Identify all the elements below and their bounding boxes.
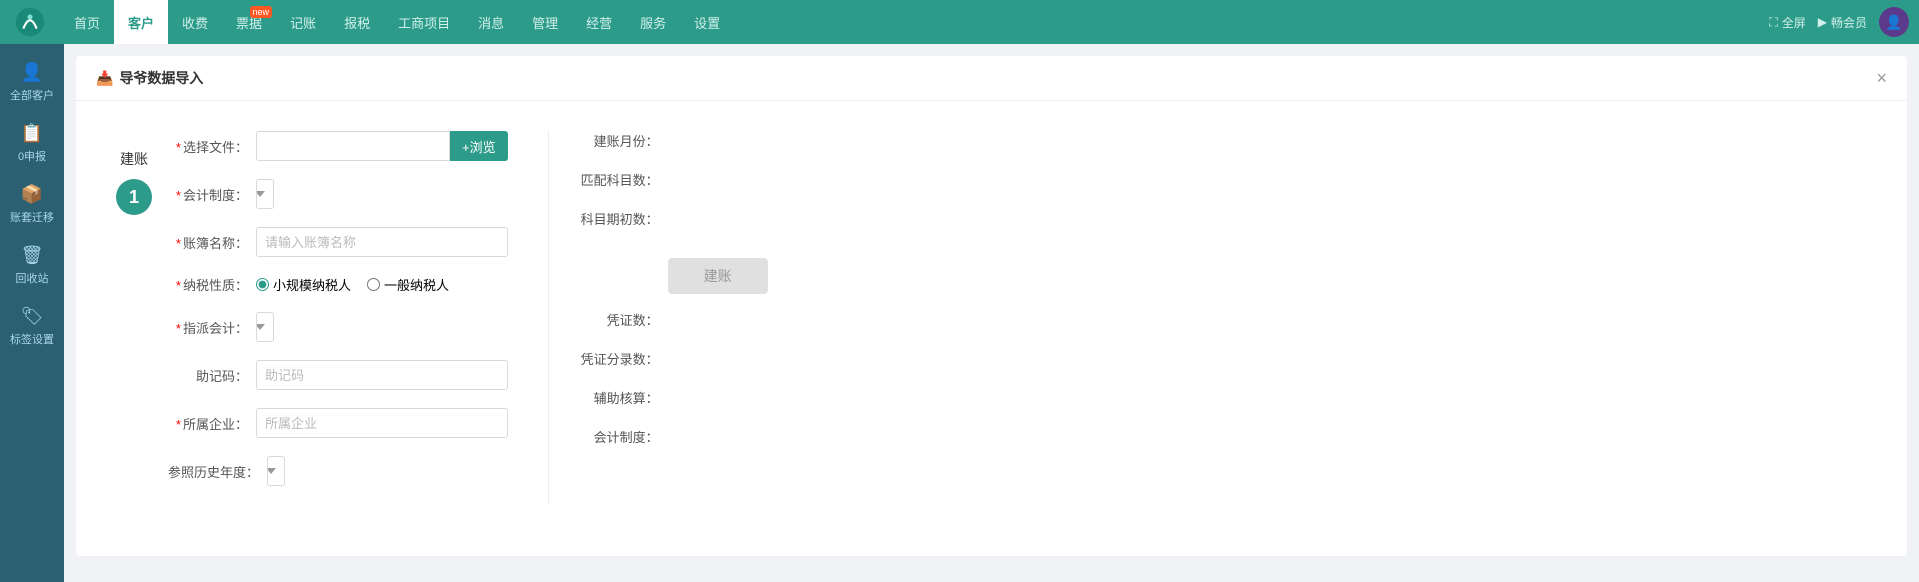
- main-content: 📥 导爷数据导入 × 建账 1: [64, 44, 1919, 582]
- build-btn-wrapper: 建账: [569, 248, 768, 294]
- nav-item-tax[interactable]: 报税: [330, 0, 384, 44]
- ledger-name-label: 账簿名称：: [168, 233, 248, 252]
- nav-item-home[interactable]: 首页: [60, 0, 114, 44]
- step-badge: 1: [116, 179, 152, 215]
- recycle-icon: 🗑: [21, 245, 44, 266]
- general-taxpayer-radio[interactable]: [367, 278, 380, 291]
- tax-type-label: 纳税性质：: [168, 275, 248, 294]
- nav-item-invoice[interactable]: 票据 new: [222, 0, 276, 44]
- browse-button[interactable]: +浏览: [450, 131, 508, 161]
- vip-icon: ▶: [1818, 15, 1827, 29]
- all-customers-icon: 👤: [21, 62, 43, 83]
- panel-title: 📥 导爷数据导入: [96, 68, 203, 88]
- file-label: 选择文件：: [168, 137, 248, 156]
- info-section: 建账月份： 匹配科目数： 科目期初数： 建账: [548, 131, 768, 504]
- assign-accountant-select-wrapper: [256, 312, 508, 342]
- small-taxpayer-option[interactable]: 小规模纳税人: [256, 275, 351, 294]
- assistant-code-input[interactable]: [256, 360, 508, 390]
- auxiliary-row: 辅助核算：: [569, 388, 768, 407]
- tax-type-radio-group: 小规模纳税人 一般纳税人: [256, 275, 508, 294]
- sidebar-item-all-customers[interactable]: 👤 全部客户: [0, 52, 64, 113]
- sidebar: 👤 全部客户 📋 0申报 📦 账套迁移 🗑 回收站 🏷 标签设置: [0, 44, 64, 582]
- tax-type-row: 纳税性质： 小规模纳税人 一般纳税人: [168, 275, 508, 294]
- panel-title-icon: 📥: [96, 70, 113, 87]
- step-section: 建账 1 选择文件： +浏览: [116, 131, 508, 504]
- auxiliary-label: 辅助核算：: [569, 388, 659, 407]
- voucher-entries-row: 凭证分录数：: [569, 349, 768, 368]
- build-month-label: 建账月份：: [569, 131, 659, 150]
- accounting-system-label: 会计制度：: [168, 185, 248, 204]
- app-logo: [10, 2, 50, 42]
- nav-item-customer[interactable]: 客户: [114, 0, 168, 44]
- reference-year-select-wrapper: [267, 456, 508, 486]
- voucher-count-label: 凭证数：: [569, 310, 659, 329]
- sidebar-item-tag-settings[interactable]: 🏷 标签设置: [0, 296, 64, 357]
- tag-settings-icon: 🏷: [21, 306, 44, 327]
- declaration-icon: 📋: [21, 123, 43, 144]
- build-month-row: 建账月份：: [569, 131, 768, 150]
- main-layout: 👤 全部客户 📋 0申报 📦 账套迁移 🗑 回收站 🏷 标签设置 📥 导: [0, 44, 1919, 582]
- nav-item-message[interactable]: 消息: [464, 0, 518, 44]
- match-subjects-row: 匹配科目数：: [569, 170, 768, 189]
- nav-item-settings[interactable]: 设置: [680, 0, 734, 44]
- affiliated-company-input[interactable]: [256, 408, 508, 438]
- small-taxpayer-radio[interactable]: [256, 278, 269, 291]
- new-badge: new: [250, 6, 273, 18]
- affiliated-company-label: 所属企业：: [168, 414, 248, 433]
- build-button[interactable]: 建账: [668, 258, 768, 294]
- sidebar-item-declaration[interactable]: 📋 0申报: [0, 113, 64, 174]
- assign-accountant-label: 指派会计：: [168, 318, 248, 337]
- ledger-name-input[interactable]: [256, 227, 508, 257]
- ledger-name-row: 账簿名称：: [168, 227, 508, 257]
- main-panel: 📥 导爷数据导入 × 建账 1: [76, 56, 1907, 556]
- affiliated-company-row: 所属企业：: [168, 408, 508, 438]
- accounting-system-select-wrapper: [256, 179, 508, 209]
- nav-right: ⛶ 全屏 ▶ 畅会员 👤: [1769, 7, 1909, 37]
- assign-accountant-row: 指派会计：: [168, 312, 508, 342]
- user-icon: 👤: [1885, 14, 1902, 31]
- fullscreen-icon: ⛶: [1769, 15, 1777, 30]
- accounting-system-select[interactable]: [256, 179, 274, 209]
- vip-btn[interactable]: ▶ 畅会员: [1818, 14, 1867, 31]
- close-button[interactable]: ×: [1876, 69, 1887, 87]
- form-area: 建账 1 选择文件： +浏览: [76, 101, 1907, 534]
- file-input-group: +浏览: [256, 131, 508, 161]
- nav-item-business[interactable]: 工商项目: [384, 0, 464, 44]
- top-nav: 首页 客户 收费 票据 new 记账 报税 工商项目 消息 管理 经营 服务 设…: [0, 0, 1919, 44]
- subject-initial-row: 科目期初数：: [569, 209, 768, 228]
- nav-item-manage[interactable]: 管理: [518, 0, 572, 44]
- file-input[interactable]: [256, 131, 450, 161]
- nav-item-service[interactable]: 服务: [626, 0, 680, 44]
- fullscreen-btn[interactable]: ⛶ 全屏: [1769, 14, 1805, 31]
- user-avatar[interactable]: 👤: [1879, 7, 1909, 37]
- voucher-count-row: 凭证数：: [569, 310, 768, 329]
- reference-year-row: 参照历史年度：: [168, 456, 508, 486]
- general-taxpayer-option[interactable]: 一般纳税人: [367, 275, 449, 294]
- file-select-row: 选择文件： +浏览: [168, 131, 508, 161]
- info-accounting-system-row: 会计制度：: [569, 427, 768, 446]
- voucher-entries-label: 凭证分录数：: [569, 349, 659, 368]
- match-subjects-label: 匹配科目数：: [569, 170, 659, 189]
- assign-accountant-select[interactable]: [256, 312, 274, 342]
- account-migration-icon: 📦: [21, 184, 43, 205]
- nav-item-ledger[interactable]: 记账: [276, 0, 330, 44]
- assistant-code-row: 助记码：: [168, 360, 508, 390]
- info-accounting-system-label: 会计制度：: [569, 427, 659, 446]
- reference-year-label: 参照历史年度：: [168, 462, 259, 481]
- reference-year-select[interactable]: [267, 456, 285, 486]
- nav-item-operation[interactable]: 经营: [572, 0, 626, 44]
- sidebar-item-recycle[interactable]: 🗑 回收站: [0, 235, 64, 296]
- accounting-system-row: 会计制度：: [168, 179, 508, 209]
- assistant-code-label: 助记码：: [168, 366, 248, 385]
- step-label: 建账: [120, 149, 148, 169]
- subject-initial-label: 科目期初数：: [569, 209, 659, 228]
- form-fields: 选择文件： +浏览 会计制度：: [168, 131, 508, 504]
- panel-header: 📥 导爷数据导入 ×: [76, 56, 1907, 101]
- nav-item-billing[interactable]: 收费: [168, 0, 222, 44]
- sidebar-item-account-migration[interactable]: 📦 账套迁移: [0, 174, 64, 235]
